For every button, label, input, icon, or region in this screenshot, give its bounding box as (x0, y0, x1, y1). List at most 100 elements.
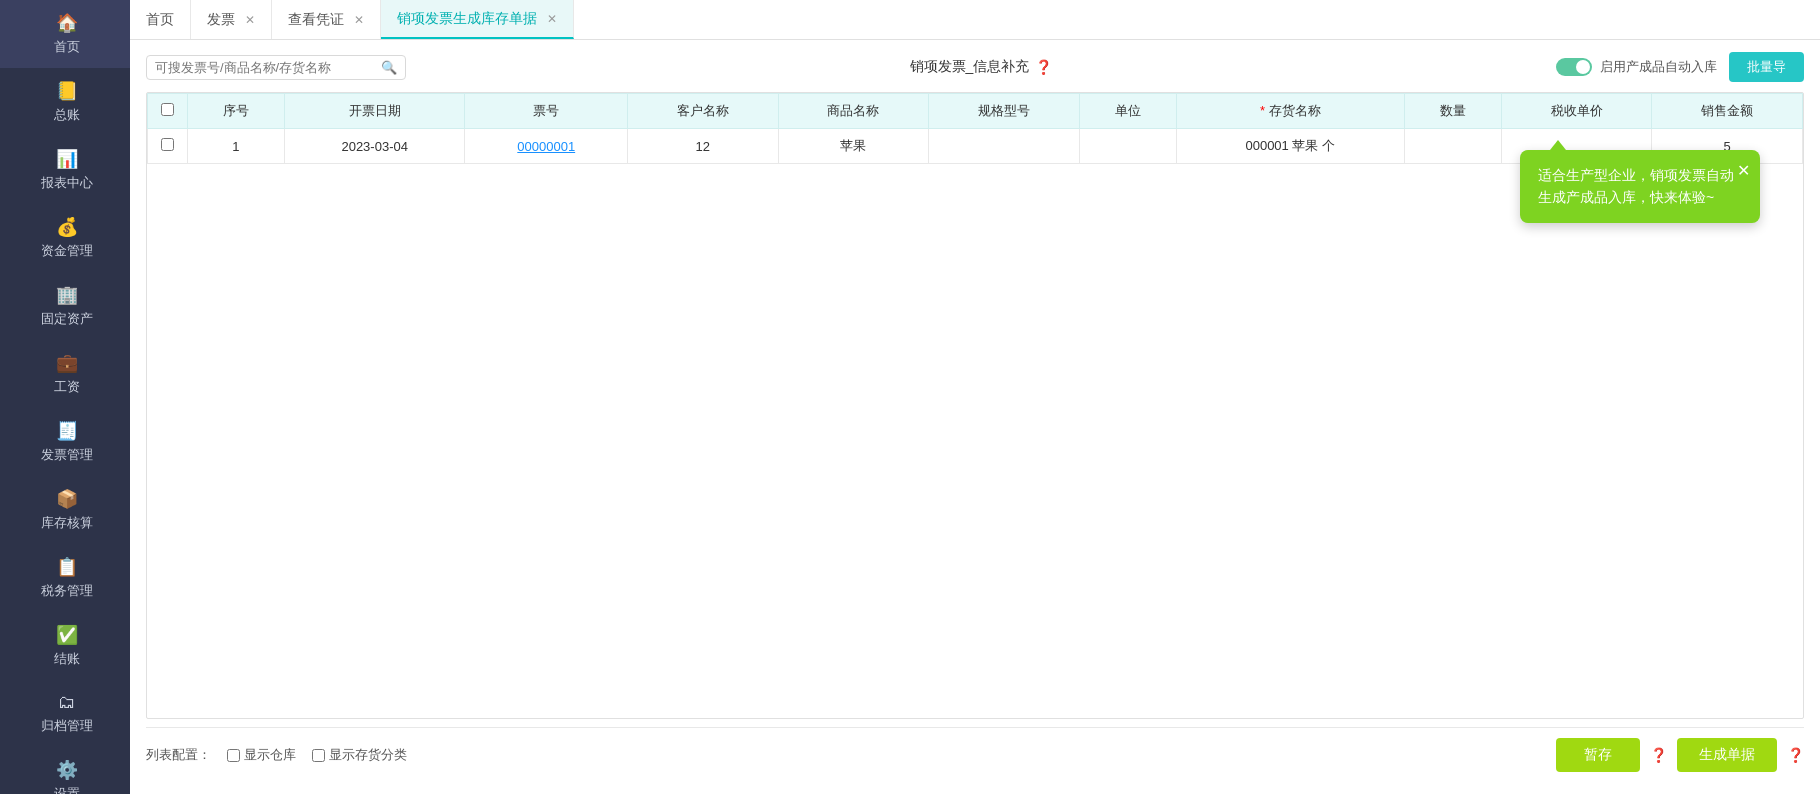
assets-icon: 🏢 (56, 284, 78, 306)
save-help-icon[interactable]: ❓ (1650, 747, 1667, 763)
sidebar-item-label: 发票管理 (41, 446, 93, 464)
row-date: 2023-03-04 (284, 129, 464, 164)
tab-view-voucher[interactable]: 查看凭证 ✕ (272, 0, 381, 39)
col-header-date: 开票日期 (284, 94, 464, 129)
row-checkbox-cell (148, 129, 188, 164)
row-seq: 1 (188, 129, 285, 164)
col-header-unit-price: 税收单价 (1501, 94, 1652, 129)
tooltip-arrow (1550, 140, 1566, 150)
info-label-text: 销项发票_信息补充 (910, 58, 1030, 76)
sidebar-item-home[interactable]: 🏠 首页 (0, 0, 130, 68)
generate-button[interactable]: 生成单据 (1677, 738, 1777, 772)
sidebar-item-payroll[interactable]: 💼 工资 (0, 340, 130, 408)
page-content: 🔍 销项发票_信息补充 ❓ 启用产成品自动入库 批量导 (130, 40, 1820, 794)
sidebar-item-invoice-mgmt[interactable]: 🧾 发票管理 (0, 408, 130, 476)
invoice-mgmt-icon: 🧾 (56, 420, 78, 442)
tooltip-text: 适合生产型企业，销项发票自动生成产成品入库，快来体验~ (1538, 167, 1734, 205)
inventory-icon: 📦 (56, 488, 78, 510)
sidebar-item-label: 首页 (54, 38, 80, 56)
sidebar-item-label: 总账 (54, 106, 80, 124)
row-product: 苹果 (778, 129, 929, 164)
col-header-inventory: 存货名称 (1176, 94, 1404, 129)
col-header-unit: 单位 (1079, 94, 1176, 129)
sidebar-item-label: 资金管理 (41, 242, 93, 260)
ledger-icon: 📒 (56, 80, 78, 102)
col-header-customer: 客户名称 (628, 94, 779, 129)
show-category-checkbox[interactable] (312, 749, 325, 762)
row-customer: 12 (628, 129, 779, 164)
search-icon[interactable]: 🔍 (381, 60, 397, 75)
sidebar-item-archive[interactable]: 🗂 归档管理 (0, 680, 130, 747)
tab-sales-return-close[interactable]: ✕ (547, 12, 557, 26)
sidebar-item-settings[interactable]: ⚙️ 设置 (0, 747, 130, 794)
tab-bar: 首页 发票 ✕ 查看凭证 ✕ 销项发票生成库存单据 ✕ (130, 0, 1820, 40)
toggle-label: 启用产成品自动入库 (1600, 58, 1717, 76)
tooltip-close-button[interactable]: ✕ (1737, 158, 1750, 184)
sidebar-item-reports[interactable]: 📊 报表中心 (0, 136, 130, 204)
sidebar-item-label: 税务管理 (41, 582, 93, 600)
row-spec (929, 129, 1080, 164)
info-help-icon[interactable]: ❓ (1035, 59, 1052, 75)
home-icon: 🏠 (56, 12, 78, 34)
settings-icon: ⚙️ (56, 759, 78, 781)
sidebar-item-label: 固定资产 (41, 310, 93, 328)
tax-icon: 📋 (56, 556, 78, 578)
search-box[interactable]: 🔍 (146, 55, 406, 80)
row-checkbox[interactable] (161, 138, 174, 151)
row-number[interactable]: 00000001 (465, 129, 628, 164)
show-warehouse-label[interactable]: 显示仓库 (227, 746, 296, 764)
toggle-area: 启用产成品自动入库 (1556, 58, 1717, 76)
col-header-spec: 规格型号 (929, 94, 1080, 129)
col-header-checkbox (148, 94, 188, 129)
col-header-number: 票号 (465, 94, 628, 129)
sidebar-item-tax[interactable]: 📋 税务管理 (0, 544, 130, 612)
sidebar-item-inventory[interactable]: 📦 库存核算 (0, 476, 130, 544)
sidebar-item-label: 工资 (54, 378, 80, 396)
select-all-checkbox[interactable] (161, 103, 174, 116)
search-input[interactable] (155, 60, 375, 75)
toolbar: 🔍 销项发票_信息补充 ❓ 启用产成品自动入库 批量导 (146, 52, 1804, 82)
archive-icon: 🗂 (58, 692, 76, 713)
tooltip-popup: ✕ 适合生产型企业，销项发票自动生成产成品入库，快来体验~ (1520, 150, 1760, 223)
generate-help-icon[interactable]: ❓ (1787, 747, 1804, 763)
batch-import-button[interactable]: 批量导 (1729, 52, 1804, 82)
tab-view-voucher-close[interactable]: ✕ (354, 13, 364, 27)
sidebar-item-funds[interactable]: 💰 资金管理 (0, 204, 130, 272)
sidebar-item-ledger[interactable]: 📒 总账 (0, 68, 130, 136)
sidebar: 🏠 首页 📒 总账 📊 报表中心 💰 资金管理 🏢 固定资产 💼 工资 🧾 发票… (0, 0, 130, 794)
info-label-area: 销项发票_信息补充 ❓ (418, 58, 1544, 76)
sidebar-item-label: 归档管理 (41, 717, 93, 735)
list-config-label: 列表配置： (146, 746, 211, 764)
show-warehouse-checkbox[interactable] (227, 749, 240, 762)
funds-icon: 💰 (56, 216, 78, 238)
col-header-sales-amount: 销售金额 (1652, 94, 1803, 129)
sidebar-item-assets[interactable]: 🏢 固定资产 (0, 272, 130, 340)
table-header-row: 序号 开票日期 票号 客户名称 商品名称 规格型号 单位 存货名称 数量 税收单… (148, 94, 1803, 129)
checkout-icon: ✅ (56, 624, 78, 646)
row-inventory[interactable]: 000001 苹果 个 (1176, 129, 1404, 164)
sidebar-item-label: 结账 (54, 650, 80, 668)
sidebar-item-label: 报表中心 (41, 174, 93, 192)
row-unit (1079, 129, 1176, 164)
auto-inbound-toggle[interactable] (1556, 58, 1592, 76)
sidebar-item-checkout[interactable]: ✅ 结账 (0, 612, 130, 680)
show-category-label[interactable]: 显示存货分类 (312, 746, 407, 764)
row-qty (1404, 129, 1501, 164)
main-area: 首页 发票 ✕ 查看凭证 ✕ 销项发票生成库存单据 ✕ 🔍 销项发票_信息补充 … (130, 0, 1820, 794)
sidebar-item-label: 库存核算 (41, 514, 93, 532)
tab-home-label: 首页 (146, 11, 174, 29)
reports-icon: 📊 (56, 148, 78, 170)
col-header-seq: 序号 (188, 94, 285, 129)
tab-sales-return[interactable]: 销项发票生成库存单据 ✕ (381, 0, 574, 39)
save-button[interactable]: 暂存 (1556, 738, 1640, 772)
tab-invoice-close[interactable]: ✕ (245, 13, 255, 27)
tab-invoice-label: 发票 (207, 11, 235, 29)
tab-invoice[interactable]: 发票 ✕ (191, 0, 272, 39)
col-header-qty: 数量 (1404, 94, 1501, 129)
tab-home[interactable]: 首页 (130, 0, 191, 39)
col-header-product: 商品名称 (778, 94, 929, 129)
tab-view-voucher-label: 查看凭证 (288, 11, 344, 29)
action-buttons: 暂存 ❓ 生成单据 ❓ (1556, 738, 1804, 772)
sidebar-item-label: 设置 (54, 785, 80, 794)
tab-sales-return-label: 销项发票生成库存单据 (397, 10, 537, 28)
